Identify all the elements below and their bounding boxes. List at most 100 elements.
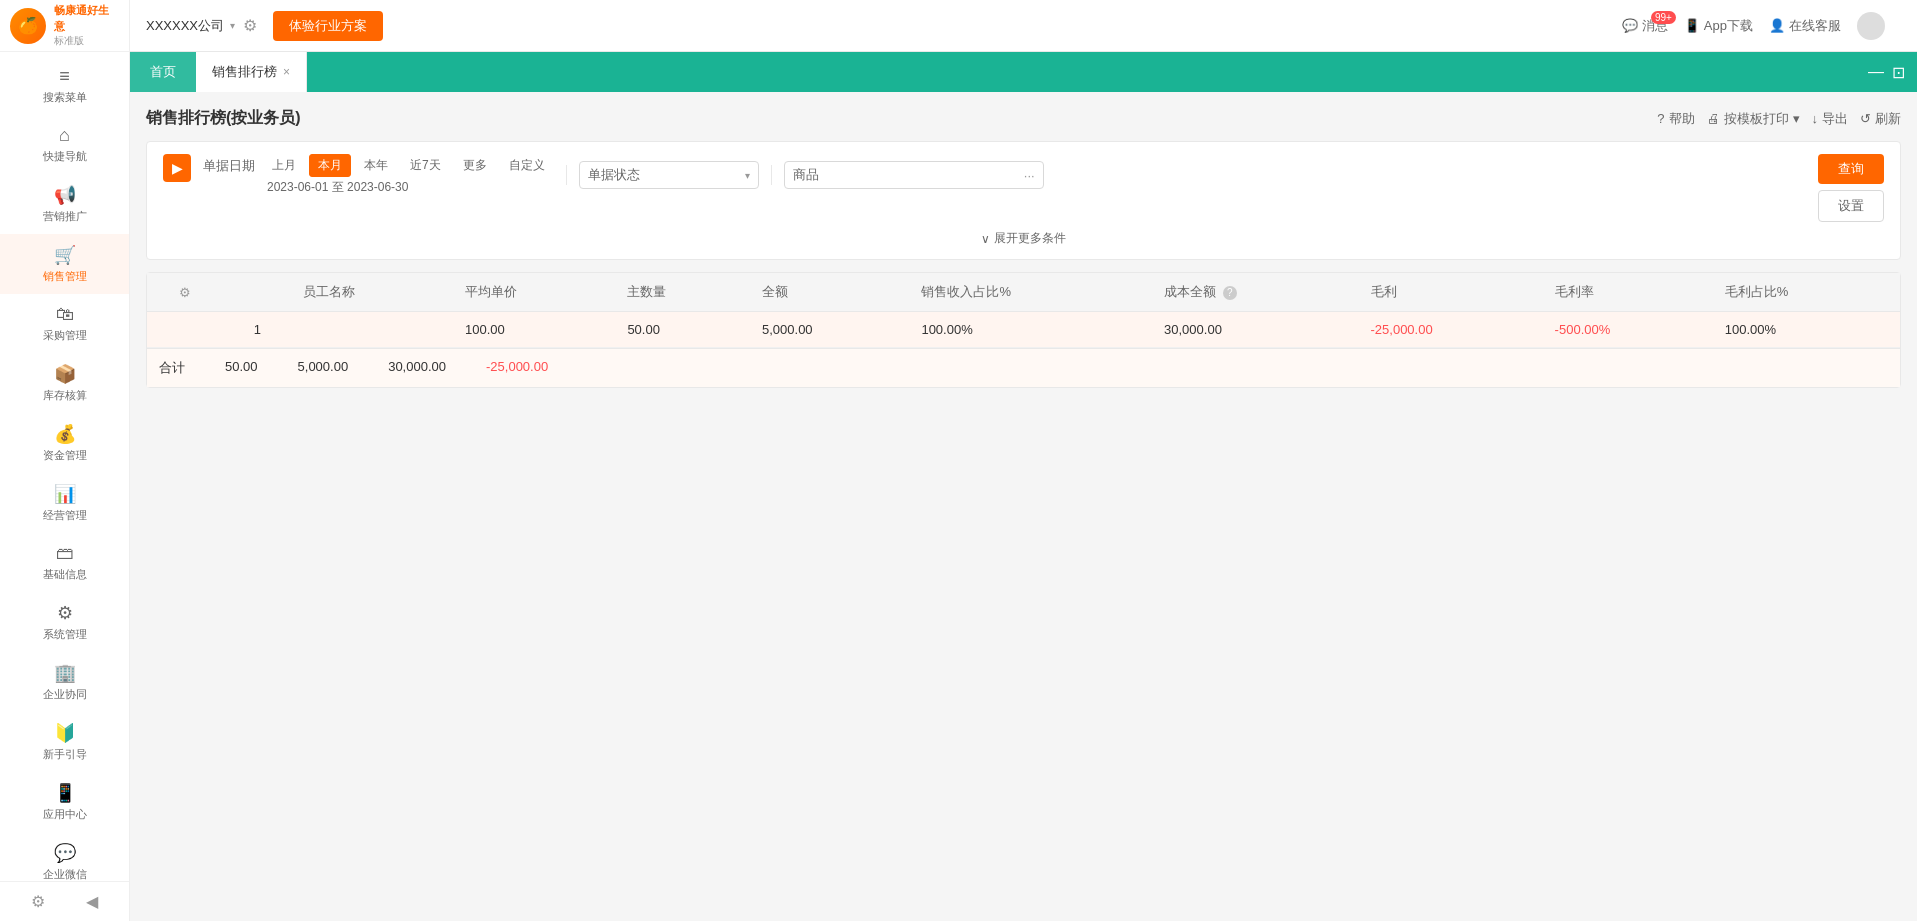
print-label: 按模板打印 [1724,110,1789,128]
date-btn-7days[interactable]: 近7天 [401,154,450,177]
settings-button[interactable]: 设置 [1818,190,1884,222]
refresh-button[interactable]: ↺ 刷新 [1860,110,1901,128]
tab-home-label: 首页 [150,63,176,81]
print-chevron-icon: ▾ [1793,111,1800,126]
app-label: App下载 [1704,17,1753,35]
sidebar-item-label: 新手引导 [43,747,87,762]
main-content: 销售排行榜(按业务员) ? 帮助 🖨 按模板打印 ▾ ↓ 导出 ↺ 刷新 [130,92,1917,921]
filter-main-row: ▶ 单据日期 上月 本月 本年 近7天 更多 自定义 [163,154,1884,222]
filter-toggle-button[interactable]: ▶ [163,154,191,182]
query-button[interactable]: 查询 [1818,154,1884,184]
service-icon: 👤 [1769,18,1785,33]
sidebar-item-basic-info[interactable]: 🗃 基础信息 [0,533,129,592]
logo-text-group: 畅康通好生意 标准版 [54,3,119,48]
sidebar-item-purchase[interactable]: 🛍 采购管理 [0,294,129,353]
goods-filter-more-icon[interactable]: ··· [1024,168,1035,183]
app-center-icon: 📱 [54,782,76,804]
home-icon: ⌂ [59,125,70,146]
sidebar-item-label: 快捷导航 [43,149,87,164]
filter-fields: 单据日期 上月 本月 本年 近7天 更多 自定义 2023-06-01 至 20… [203,154,1794,196]
print-icon: 🖨 [1707,111,1720,126]
company-selector[interactable]: XXXXXX公司 ▾ [146,17,235,35]
table-footer: 合计 50.00 5,000.00 30,000.00 -25,000.00 [147,348,1900,387]
sidebar-item-guide[interactable]: 🔰 新手引导 [0,712,129,772]
tab-bar-right: — ⊡ [1856,52,1917,92]
page-header: 销售排行榜(按业务员) ? 帮助 🖨 按模板打印 ▾ ↓ 导出 ↺ 刷新 [146,108,1901,129]
help-label: 帮助 [1669,110,1695,128]
sidebar-item-label: 应用中心 [43,807,87,822]
date-btn-last-month[interactable]: 上月 [263,154,305,177]
page-title: 销售排行榜(按业务员) [146,108,301,129]
sidebar-item-inventory[interactable]: 📦 库存核算 [0,353,129,413]
help-icon: ? [1657,111,1664,126]
search-menu-icon: ≡ [59,66,70,87]
td-employee [291,312,453,348]
sales-icon: 🛒 [54,244,76,266]
table-header-row: ⚙ 员工名称 平均单价 主数量 全额 销售收入占比% 成本全额 ? 毛利 毛利率 [147,273,1900,312]
sidebar-item-finance[interactable]: 💰 资金管理 [0,413,129,473]
footer-cost: 30,000.00 [388,359,446,377]
sidebar-item-wechat[interactable]: 💬 企业微信 [0,832,129,881]
help-button[interactable]: ? 帮助 [1657,110,1694,128]
cost-info-icon[interactable]: ? [1223,286,1237,300]
sidebar-item-marketing[interactable]: 📢 营销推广 [0,174,129,234]
sidebar-item-operations[interactable]: 📊 经营管理 [0,473,129,533]
td-cost: 30,000.00 [1152,312,1358,348]
app-download-button[interactable]: 📱 App下载 [1684,17,1753,35]
date-btn-custom[interactable]: 自定义 [500,154,554,177]
date-btn-current-month[interactable]: 本月 [309,154,351,177]
avatar[interactable] [1857,12,1885,40]
filter-divider-1 [566,165,567,185]
td-qty: 50.00 [615,312,750,348]
tab-home[interactable]: 首页 [130,52,196,92]
tab-close-icon[interactable]: × [283,65,290,79]
gear-icon[interactable]: ⚙ [243,16,257,35]
tab-sales-ranking[interactable]: 销售排行榜 × [196,52,307,92]
export-icon: ↓ [1812,111,1819,126]
trial-button[interactable]: 体验行业方案 [273,11,383,41]
marketing-icon: 📢 [54,184,76,206]
sidebar-item-quick-nav[interactable]: ⌂ 快捷导航 [0,115,129,174]
export-label: 导出 [1822,110,1848,128]
tab-minimize-icon[interactable]: — [1868,63,1884,81]
th-qty: 主数量 [615,273,750,312]
service-label: 在线客服 [1789,17,1841,35]
sidebar-collapse-button[interactable]: ◀ [86,892,98,911]
sidebar-item-label: 销售管理 [43,269,87,284]
expand-more-button[interactable]: ∨ 展开更多条件 [163,230,1884,247]
sidebar-item-label: 库存核算 [43,388,87,403]
sidebar-settings-button[interactable]: ⚙ [31,892,45,911]
sidebar-item-label: 经营管理 [43,508,87,523]
goods-filter[interactable]: 商品 ··· [784,161,1044,189]
online-service-button[interactable]: 👤 在线客服 [1769,17,1841,35]
th-amount: 全额 [750,273,909,312]
table-row: 1 100.00 50.00 5,000.00 100.00% 30,000.0… [147,312,1900,348]
date-btn-more[interactable]: 更多 [454,154,496,177]
sidebar-item-sales[interactable]: 🛒 销售管理 [0,234,129,294]
sidebar-item-app-center[interactable]: 📱 应用中心 [0,772,129,832]
export-button[interactable]: ↓ 导出 [1812,110,1849,128]
tab-maximize-icon[interactable]: ⊡ [1892,63,1905,82]
sidebar-logo: 🍊 畅康通好生意 标准版 [0,0,129,52]
td-rank: 1 [224,312,291,348]
sidebar-item-system[interactable]: ⚙ 系统管理 [0,592,129,652]
operations-icon: 📊 [54,483,76,505]
purchase-icon: 🛍 [56,304,74,325]
sidebar: 🍊 畅康通好生意 标准版 ≡ 搜索菜单 ⌂ 快捷导航 📢 营销推广 🛒 销售管理… [0,0,130,921]
message-icon: 💬 [1622,18,1638,33]
sidebar-item-label: 系统管理 [43,627,87,642]
basic-info-icon: 🗃 [56,543,74,564]
sidebar-item-enterprise[interactable]: 🏢 企业协同 [0,652,129,712]
td-gross: -25,000.00 [1359,312,1543,348]
status-filter[interactable]: 单据状态 ▾ [579,161,759,189]
message-button[interactable]: 💬 消息 99+ [1622,17,1668,35]
footer-amount: 5,000.00 [298,359,349,377]
date-btn-current-year[interactable]: 本年 [355,154,397,177]
th-settings[interactable]: ⚙ [147,273,224,312]
sidebar-nav: ≡ 搜索菜单 ⌂ 快捷导航 📢 营销推广 🛒 销售管理 🛍 采购管理 📦 库存核… [0,52,129,881]
th-rank [224,273,291,312]
print-button[interactable]: 🖨 按模板打印 ▾ [1707,110,1800,128]
sidebar-item-search[interactable]: ≡ 搜索菜单 [0,56,129,115]
status-chevron-icon: ▾ [745,170,750,181]
date-buttons: 上月 本月 本年 近7天 更多 自定义 [263,154,554,177]
